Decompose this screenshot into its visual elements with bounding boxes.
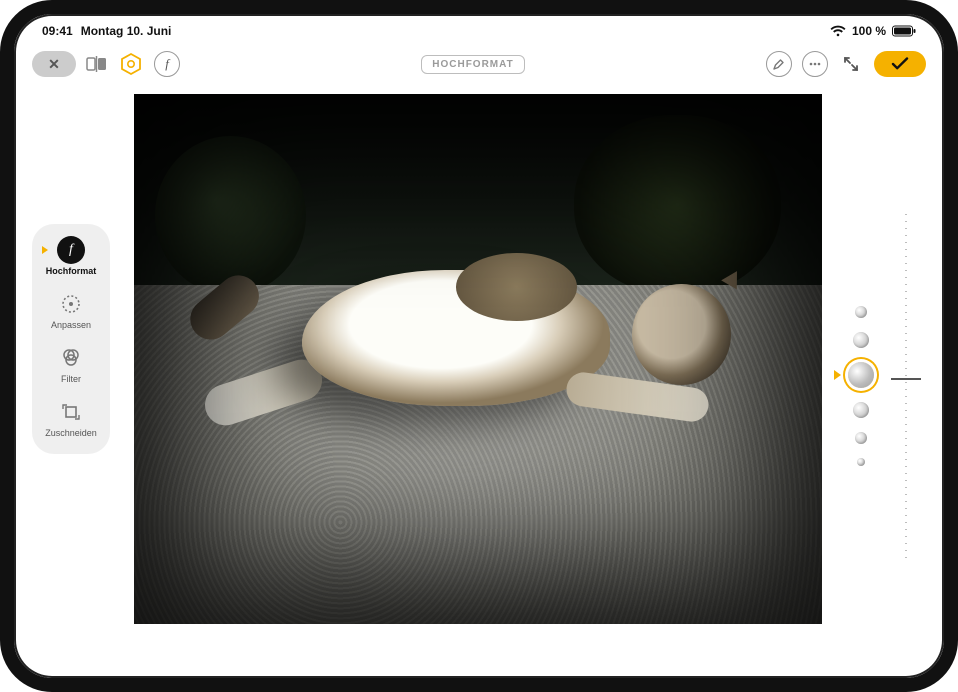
portrait-f-icon: f bbox=[57, 236, 85, 264]
portrait-aperture-button[interactable] bbox=[118, 51, 144, 77]
lighting-option-4[interactable] bbox=[855, 432, 867, 444]
lighting-option-2[interactable] bbox=[848, 362, 874, 388]
slider-handle[interactable] bbox=[891, 378, 921, 380]
hexagon-aperture-icon bbox=[119, 52, 143, 76]
palette-label: Zuschneiden bbox=[36, 428, 106, 438]
markup-button[interactable] bbox=[766, 51, 792, 77]
portrait-lighting-panel bbox=[836, 214, 926, 558]
lighting-option-3[interactable] bbox=[853, 402, 869, 418]
status-date: Montag 10. Juni bbox=[81, 24, 172, 38]
close-icon: ✕ bbox=[48, 56, 60, 73]
palette-tool-portrait[interactable]: f Hochformat bbox=[36, 232, 106, 280]
checkmark-icon bbox=[891, 57, 909, 71]
slider-track bbox=[905, 214, 907, 558]
status-bar: 09:41 Montag 10. Juni 100 % bbox=[14, 20, 944, 42]
palette-label: Filter bbox=[36, 374, 106, 384]
status-time: 09:41 bbox=[42, 24, 73, 38]
compare-icon bbox=[86, 56, 108, 72]
palette-tool-filter[interactable]: Filter bbox=[36, 340, 106, 388]
ipad-frame: 09:41 Montag 10. Juni 100 % ✕ bbox=[0, 0, 958, 692]
palette-label: Hochformat bbox=[36, 266, 106, 276]
battery-text: 100 % bbox=[852, 24, 886, 38]
compare-toggle-button[interactable] bbox=[86, 51, 108, 77]
crop-rotate-icon bbox=[57, 398, 85, 426]
adjust-dial-icon bbox=[57, 290, 85, 318]
lighting-option-5[interactable] bbox=[857, 458, 865, 466]
fullscreen-button[interactable] bbox=[838, 51, 864, 77]
palette-tool-crop[interactable]: Zuschneiden bbox=[36, 394, 106, 442]
lighting-option-1[interactable] bbox=[853, 332, 869, 348]
editor-toolbar: ✕ f HOCHFORMAT bbox=[14, 46, 944, 82]
cancel-button[interactable]: ✕ bbox=[32, 51, 76, 77]
intensity-slider[interactable] bbox=[886, 214, 926, 558]
filter-circles-icon bbox=[57, 344, 85, 372]
wifi-icon bbox=[830, 25, 846, 37]
photo-mode-label: HOCHFORMAT bbox=[432, 59, 513, 70]
edit-mode-palette: f Hochformat Anpassen Filter Zuschneiden bbox=[32, 224, 110, 454]
depth-fstop-button[interactable]: f bbox=[154, 51, 180, 77]
lighting-style-picker bbox=[842, 214, 880, 558]
photo-canvas[interactable] bbox=[134, 94, 822, 624]
markup-pen-icon bbox=[772, 57, 786, 71]
done-button[interactable] bbox=[874, 51, 926, 77]
function-f-icon: f bbox=[165, 56, 169, 72]
expand-arrows-icon bbox=[842, 55, 860, 73]
battery-icon bbox=[892, 25, 916, 37]
photo-mode-pill[interactable]: HOCHFORMAT bbox=[421, 55, 524, 74]
palette-label: Anpassen bbox=[36, 320, 106, 330]
photo-content bbox=[134, 94, 822, 624]
palette-tool-adjust[interactable]: Anpassen bbox=[36, 286, 106, 334]
more-options-button[interactable] bbox=[802, 51, 828, 77]
ellipsis-icon bbox=[808, 57, 822, 71]
lighting-option-0[interactable] bbox=[855, 306, 867, 318]
